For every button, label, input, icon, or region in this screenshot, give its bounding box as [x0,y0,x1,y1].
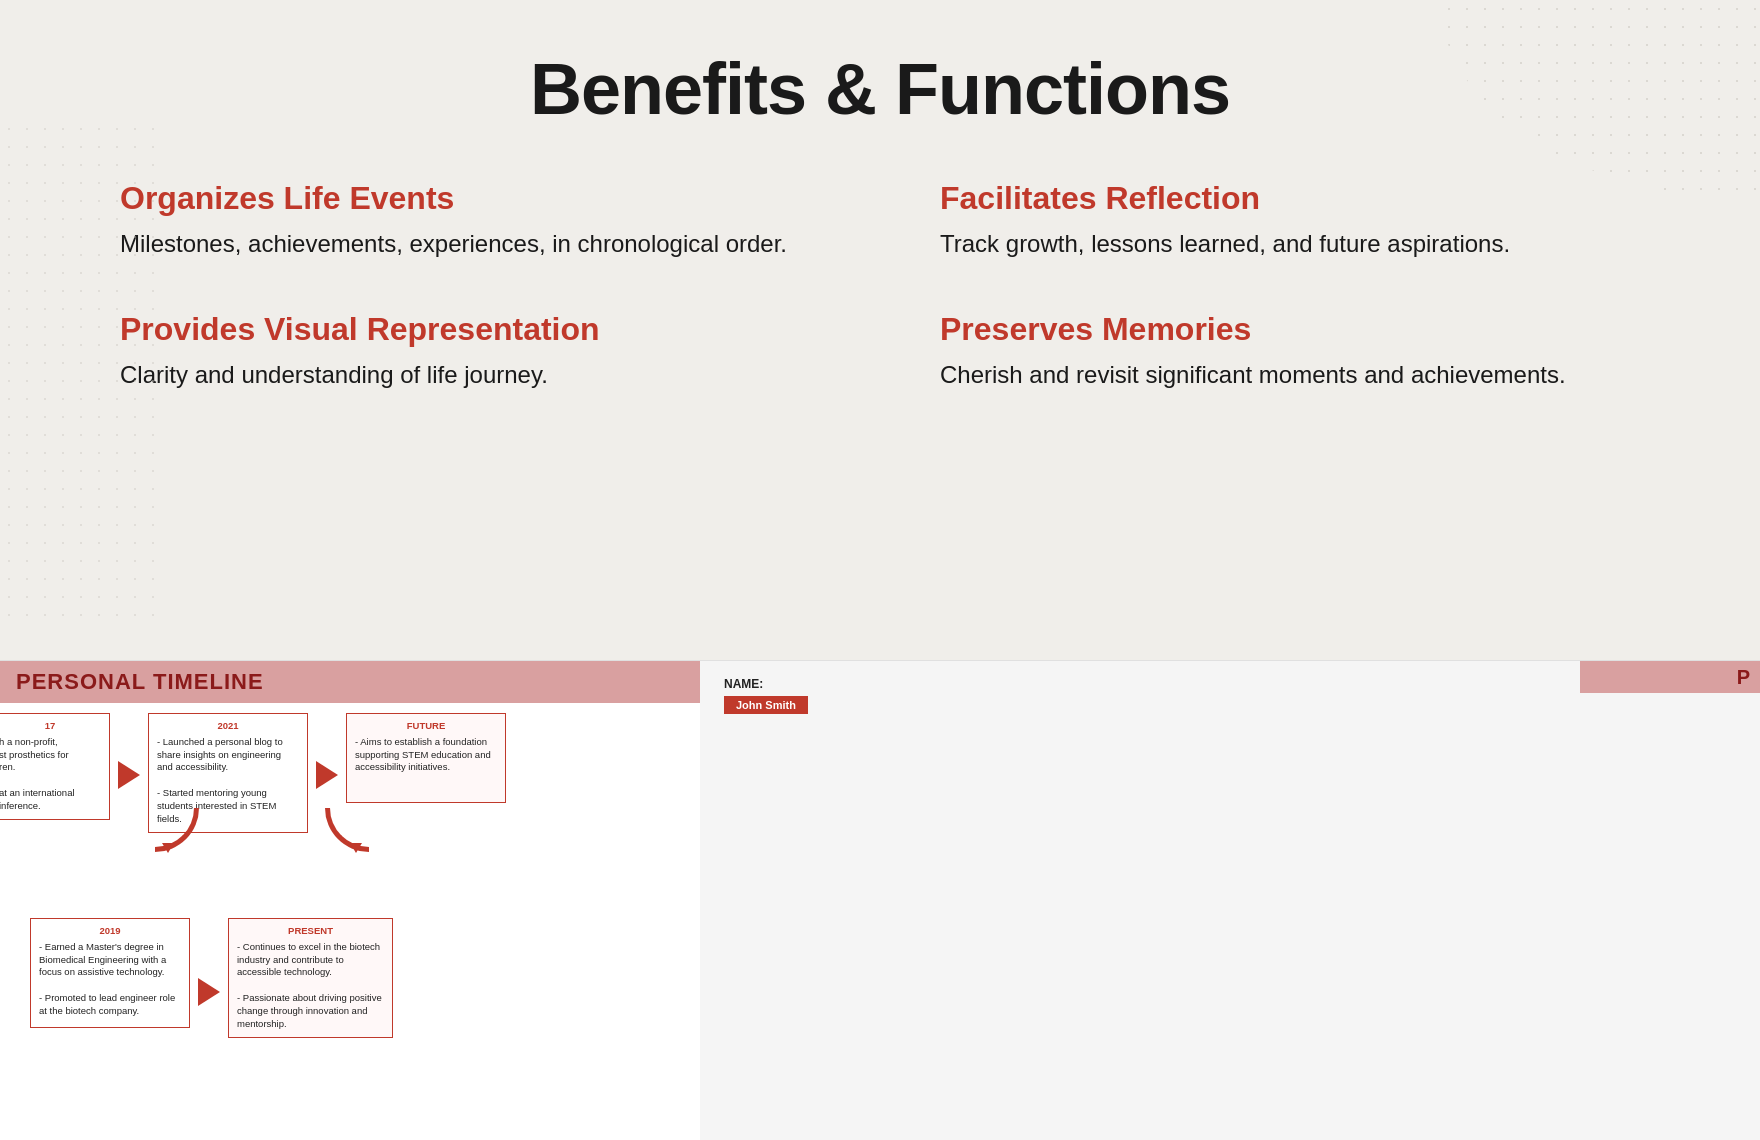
benefit-visual-desc: Clarity and understanding of life journe… [120,358,820,392]
year-2021: 2021 [157,720,299,733]
name-value: John Smith [724,696,808,714]
benefit-organizes-desc: Milestones, achievements, experiences, i… [120,227,820,261]
card-2017: 17 h a non-profit,st prosthetics forren.… [0,713,110,820]
left-timeline-wrapper: 17 h a non-profit,st prosthetics forren.… [0,703,700,1123]
card-2019-text: - Earned a Master's degree in Biomedical… [39,941,181,1018]
year-future: FUTURE [355,720,497,733]
curve-arrow-2 [325,808,369,852]
arrow-2021-future [316,761,338,789]
card-future-text: - Aims to establish a foundation support… [355,736,497,774]
arrow-2017-2021 [118,761,140,789]
benefit-reflection-title: Facilitates Reflection [940,180,1640,217]
dot-pattern-left [0,120,160,620]
timeline-right: P NAME: John Smith 1980 - Born in a smal… [700,660,1760,1140]
card-present-text: - Continues to excel in the biotech indu… [237,941,384,1031]
timeline-left-header: PERSONAL TIMELINE [0,661,700,703]
benefit-memories: Preserves Memories Cherish and revisit s… [880,311,1640,442]
benefit-memories-desc: Cherish and revisit significant moments … [940,358,1640,392]
year-present: PRESENT [237,925,384,938]
benefit-visual: Provides Visual Representation Clarity a… [120,311,880,442]
benefit-memories-title: Preserves Memories [940,311,1640,348]
year-2017: 17 [0,720,101,733]
card-present: PRESENT - Continues to excel in the biot… [228,918,393,1038]
card-future: FUTURE - Aims to establish a foundation … [346,713,506,803]
curve-arrow-1 [155,808,199,852]
name-label: NAME: [724,677,1760,691]
right-timeline-wrapper: 1980 - Born in a small town in Californi… [700,721,1760,730]
right-timeline-content: NAME: John Smith 1980 - Born in a small … [700,661,1760,730]
card-2019: 2019 - Earned a Master's degree in Biome… [30,918,190,1028]
benefit-organizes: Organizes Life Events Milestones, achiev… [120,180,880,311]
benefits-grid: Organizes Life Events Milestones, achiev… [0,180,1760,441]
timeline-left: PERSONAL TIMELINE 17 h a non-profit,st p… [0,660,700,1140]
card-2017-text: h a non-profit,st prosthetics forren.at … [0,736,101,813]
arrow-2019-present [198,978,220,1006]
timeline-preview: PERSONAL TIMELINE 17 h a non-profit,st p… [0,660,1760,1140]
year-2019: 2019 [39,925,181,938]
benefit-reflection-desc: Track growth, lessons learned, and futur… [940,227,1640,261]
benefit-visual-title: Provides Visual Representation [120,311,820,348]
benefit-reflection: Facilitates Reflection Track growth, les… [880,180,1640,311]
benefit-organizes-title: Organizes Life Events [120,180,820,217]
